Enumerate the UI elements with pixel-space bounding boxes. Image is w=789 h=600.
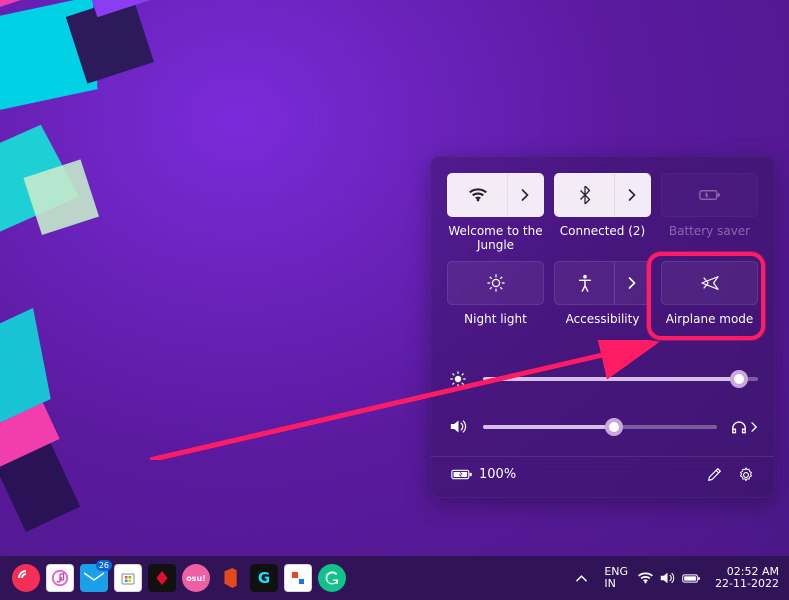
open-settings-button[interactable] (738, 467, 754, 483)
tile-wifi: Welcome to the Jungle (447, 173, 544, 253)
brightness-row (447, 362, 758, 396)
wifi-label: Welcome to the Jungle (447, 224, 544, 253)
accessibility-expand[interactable] (614, 262, 650, 304)
taskbar-app-omen[interactable] (148, 564, 176, 592)
accessibility-toggle[interactable] (554, 261, 651, 305)
bluetooth-label: Connected (2) (560, 224, 645, 252)
bluetooth-toggle[interactable] (554, 173, 651, 217)
battery-status[interactable]: 100% (451, 467, 516, 482)
taskbar-app-mail[interactable]: 26 (80, 564, 108, 592)
taskbar-app-microsoft-store[interactable] (114, 564, 142, 592)
pencil-icon (707, 467, 722, 482)
taskbar-app-grammarly[interactable] (318, 564, 346, 592)
tile-battery-saver: Battery saver (661, 173, 758, 253)
battery-tray-icon (682, 573, 701, 584)
accessibility-icon[interactable] (555, 262, 614, 304)
night-light-label: Night light (464, 312, 527, 340)
taskbar-app-office[interactable] (216, 564, 244, 592)
bluetooth-icon[interactable] (555, 174, 614, 216)
taskbar-app-notes[interactable] (284, 564, 312, 592)
wifi-expand[interactable] (507, 174, 543, 216)
night-light-icon (487, 274, 505, 292)
language-switcher[interactable]: ENG IN (604, 566, 628, 590)
wifi-toggle[interactable] (447, 173, 544, 217)
system-tray: ENG IN 02:52 AM 22-11-2022 (576, 566, 783, 590)
volume-icon (447, 419, 469, 434)
battery-saver-icon (699, 188, 721, 202)
chevron-up-icon (576, 574, 587, 582)
volume-tray-icon (660, 572, 675, 584)
night-light-toggle[interactable] (447, 261, 544, 305)
taskbar-app-pocket-casts[interactable] (12, 564, 40, 592)
annotation-highlight (647, 252, 765, 340)
battery-saver-label: Battery saver (669, 224, 750, 252)
wifi-icon[interactable] (448, 174, 507, 216)
battery-percent: 100% (479, 467, 516, 482)
wallpaper-art-mid (0, 266, 199, 514)
date-text: 22-11-2022 (715, 578, 779, 590)
brightness-slider[interactable] (483, 377, 758, 381)
clock-button[interactable]: 02:52 AM 22-11-2022 (715, 566, 779, 590)
tile-night-light: Night light (447, 261, 544, 340)
wifi-tray-icon (638, 572, 653, 584)
headphones-icon (731, 419, 747, 434)
panel-footer: 100% (447, 457, 758, 489)
taskbar-app-logitech-g[interactable]: G (250, 564, 278, 592)
tile-accessibility: Accessibility (554, 261, 651, 340)
quick-settings-button[interactable] (638, 572, 701, 584)
lang-secondary: IN (604, 578, 628, 590)
wallpaper-art-top (0, 0, 286, 270)
accessibility-label: Accessibility (566, 312, 640, 340)
gear-icon (738, 467, 754, 483)
tile-bluetooth: Connected (2) (554, 173, 651, 253)
taskbar: 26 osu! G ENG IN 02:52 AM 22-11-2022 (0, 556, 789, 600)
taskbar-app-osu[interactable]: osu! (182, 564, 210, 592)
edit-quick-settings-button[interactable] (707, 467, 722, 482)
chevron-right-icon (751, 422, 758, 432)
battery-saver-toggle[interactable] (661, 173, 758, 217)
taskbar-pinned-apps: 26 osu! G (12, 564, 346, 592)
audio-output-button[interactable] (731, 419, 758, 434)
taskbar-app-itunes[interactable] (46, 564, 74, 592)
tray-overflow-button[interactable] (576, 574, 594, 582)
brightness-icon (447, 371, 469, 387)
volume-slider[interactable] (483, 425, 717, 429)
volume-row (447, 410, 758, 444)
bluetooth-expand[interactable] (614, 174, 650, 216)
battery-icon (451, 468, 473, 481)
